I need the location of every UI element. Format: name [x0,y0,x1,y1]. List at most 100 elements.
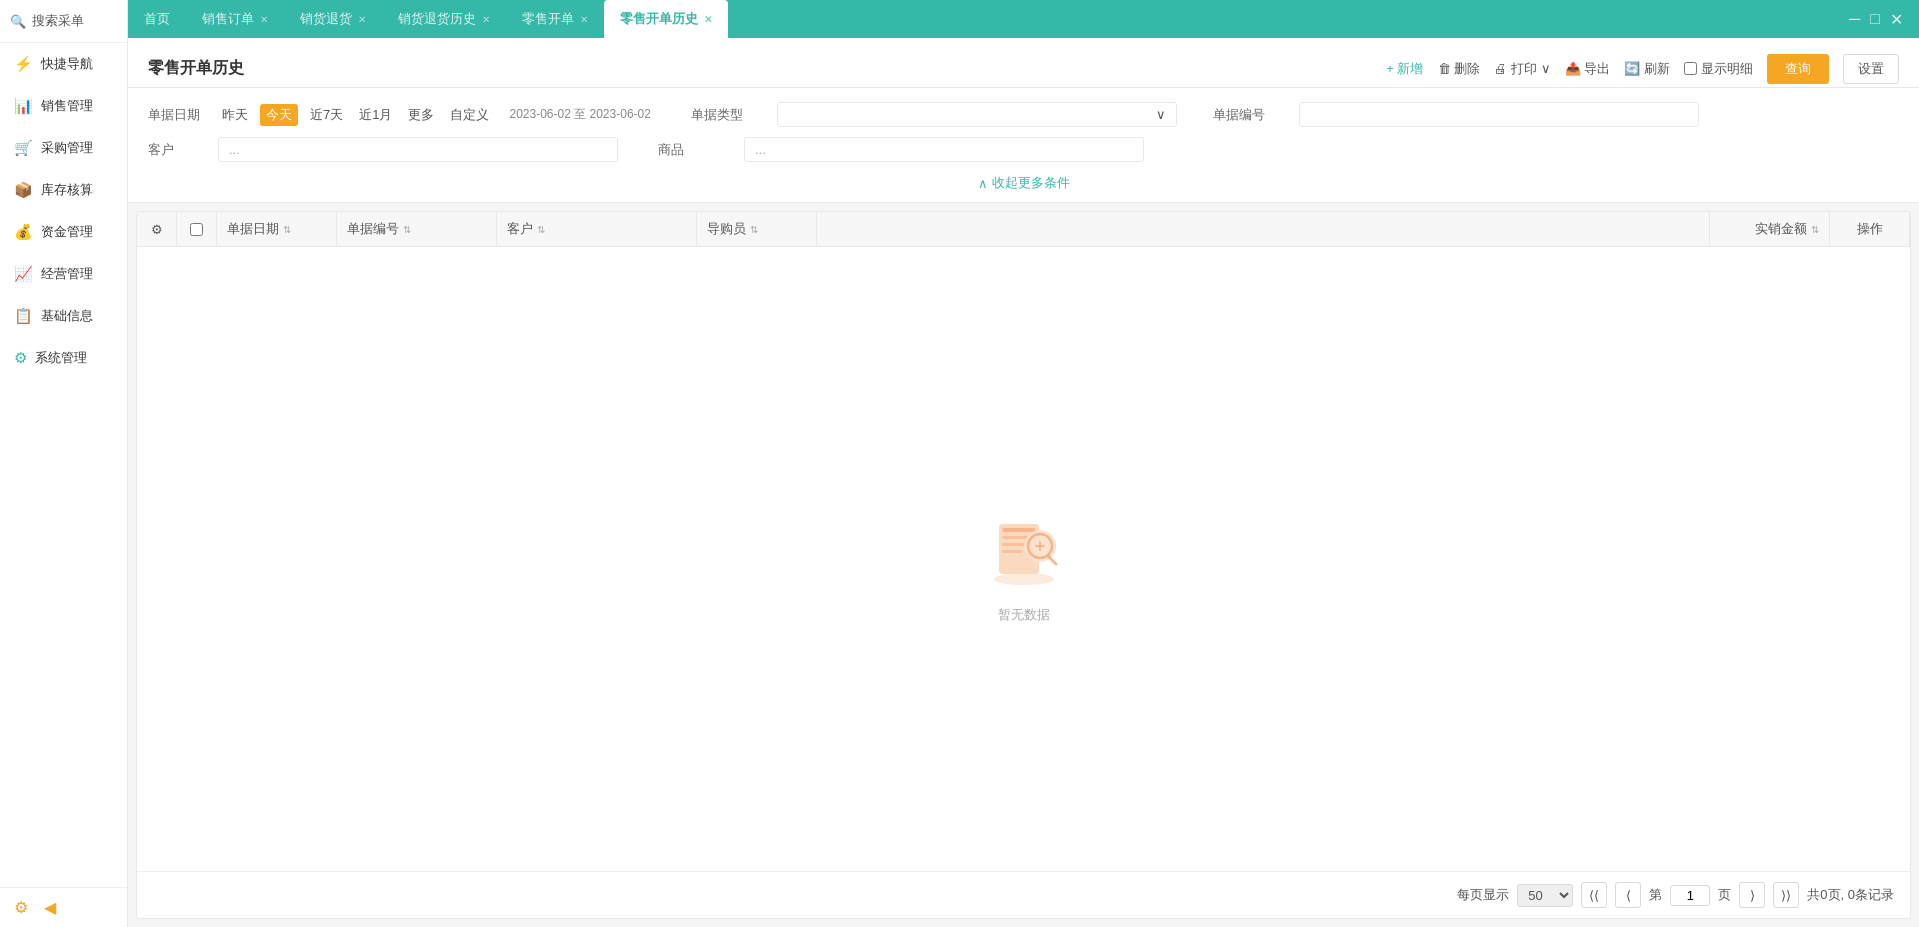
sidebar-item-base-info[interactable]: 📋 基础信息 [0,295,127,337]
total-info: 共0页, 0条记录 [1807,886,1894,904]
doc-num-label: 单据编号 [1213,106,1283,124]
tab-sales-return[interactable]: 销货退货 ✕ [284,0,382,38]
date-opt-custom[interactable]: 自定义 [446,104,493,126]
th-action-label: 操作 [1857,220,1883,238]
sidebar-item-quick-nav[interactable]: ⚡ 快捷导航 [0,43,127,85]
sidebar-settings-icon[interactable]: ⚙ [14,898,28,917]
tab-sales-order-close[interactable]: ✕ [260,14,268,25]
doc-num-input[interactable] [1299,102,1699,127]
print-arrow-icon: ∨ [1541,61,1551,76]
svg-rect-3 [1002,536,1028,539]
sidebar-item-finance[interactable]: 💰 资金管理 [0,211,127,253]
print-label: 🖨 打印 [1494,60,1537,78]
svg-line-8 [1048,556,1056,564]
add-button[interactable]: + 新增 [1386,60,1423,78]
goods-label: 商品 [658,141,728,159]
th-guide-sort[interactable]: ⇅ [750,224,758,235]
th-num[interactable]: 单据编号 ⇅ [337,212,497,246]
maximize-button[interactable]: □ [1870,10,1880,28]
th-customer-sort[interactable]: ⇅ [537,224,545,235]
tab-sales-order-label: 销售订单 [202,10,254,28]
sidebar-item-label: 经营管理 [41,265,93,283]
page-suffix-label: 页 [1718,886,1731,904]
sidebar-item-inventory[interactable]: 📦 库存核算 [0,169,127,211]
date-opt-yesterday[interactable]: 昨天 [218,104,252,126]
tab-sales-return-hist-label: 销货退货历史 [398,10,476,28]
sidebar-item-operations[interactable]: 📈 经营管理 [0,253,127,295]
prev-page-button[interactable]: ⟨ [1615,882,1641,908]
customer-input[interactable]: ... [218,137,618,162]
pagination: 每页显示 50 100 200 ⟨⟨ ⟨ 第 1 页 ⟩ ⟩⟩ 共0页, 0条记… [137,871,1910,918]
date-opt-today[interactable]: 今天 [260,104,298,126]
empty-text: 暂无数据 [998,606,1050,624]
tab-sales-order[interactable]: 销售订单 ✕ [186,0,284,38]
date-opt-more[interactable]: 更多 [404,104,438,126]
doc-type-arrow: ∨ [1156,107,1166,122]
tab-sales-return-hist-close[interactable]: ✕ [482,14,490,25]
display-detail-check[interactable] [1684,62,1697,75]
sidebar-search[interactable]: 🔍 搜索采单 [0,0,127,43]
next-page-button[interactable]: ⟩ [1739,882,1765,908]
delete-button[interactable]: 🗑 删除 [1438,60,1481,78]
svg-rect-2 [1002,528,1036,532]
tab-retail-open[interactable]: 零售开单 ✕ [506,0,604,38]
settings-button[interactable]: 设置 [1843,54,1899,84]
th-guide-label: 导购员 [707,220,746,238]
th-date-sort[interactable]: ⇅ [283,224,291,235]
per-page-label: 每页显示 [1457,886,1509,904]
sidebar-item-system-mgmt[interactable]: ⚙ 系统管理 [0,337,127,379]
th-num-sort[interactable]: ⇅ [403,224,411,235]
page-header: 零售开单历史 + 新增 🗑 删除 🖨 打印 ∨ 📤 导出 🔄 刷新 显示明细 查… [128,38,1919,88]
export-button[interactable]: 📤 导出 [1565,60,1611,78]
minimize-button[interactable]: ─ [1849,10,1860,28]
base-info-icon: 📋 [14,307,33,325]
window-controls: ─ □ ✕ [1849,10,1919,29]
sales-icon: 📊 [14,97,33,115]
close-button[interactable]: ✕ [1890,10,1903,29]
page-size-select[interactable]: 50 100 200 [1517,884,1573,907]
tab-retail-open-hist-label: 零售开单历史 [620,10,698,28]
first-page-button[interactable]: ⟨⟨ [1581,882,1607,908]
date-range-display: 2023-06-02 至 2023-06-02 [509,106,650,123]
date-opt-1month[interactable]: 近1月 [355,104,396,126]
tab-home[interactable]: 首页 [128,0,186,38]
tab-retail-open-close[interactable]: ✕ [580,14,588,25]
sidebar-item-purchase-mgmt[interactable]: 🛒 采购管理 [0,127,127,169]
select-all-checkbox[interactable] [190,223,203,236]
th-checkbox[interactable] [177,212,217,246]
th-amount[interactable]: 实销金额 ⇅ [1710,212,1830,246]
collapse-button[interactable]: ∧ 收起更多条件 [978,174,1070,192]
th-customer[interactable]: 客户 ⇅ [497,212,697,246]
main-area: 首页 销售订单 ✕ 销货退货 ✕ 销货退货历史 ✕ 零售开单 ✕ 零售开单历史 … [128,0,1919,927]
filter-row-2: 客户 ... 商品 ... [148,137,1899,162]
last-page-button[interactable]: ⟩⟩ [1773,882,1799,908]
th-settings[interactable]: ⚙ [137,212,177,246]
print-button[interactable]: 🖨 打印 ∨ [1494,60,1551,78]
tab-sales-return-close[interactable]: ✕ [358,14,366,25]
collapse-text: 收起更多条件 [992,174,1070,192]
date-opt-7days[interactable]: 近7天 [306,104,347,126]
column-settings-icon[interactable]: ⚙ [151,222,163,237]
th-amount-sort[interactable]: ⇅ [1811,224,1819,235]
tab-retail-open-hist[interactable]: 零售开单历史 ✕ [604,0,728,38]
display-detail-checkbox[interactable]: 显示明细 [1684,60,1753,78]
current-page-input[interactable]: 1 [1670,885,1710,906]
doc-type-select[interactable]: ∨ [777,102,1177,127]
query-button[interactable]: 查询 [1767,54,1829,84]
date-label: 单据日期 [148,106,218,124]
filter-panel: 单据日期 昨天 今天 近7天 近1月 更多 自定义 2023-06-02 至 2… [128,88,1919,203]
sidebar-collapse-icon[interactable]: ◀ [44,898,56,917]
goods-input[interactable]: ... [744,137,1144,162]
svg-point-0 [994,573,1054,585]
tab-retail-open-hist-close[interactable]: ✕ [704,14,712,25]
refresh-button[interactable]: 🔄 刷新 [1624,60,1670,78]
search-icon: 🔍 [10,14,26,29]
th-date[interactable]: 单据日期 ⇅ [217,212,337,246]
tab-sales-return-hist[interactable]: 销货退货历史 ✕ [382,0,506,38]
th-guide[interactable]: 导购员 ⇅ [697,212,817,246]
sidebar-item-sales-mgmt[interactable]: 📊 销售管理 [0,85,127,127]
sidebar-search-label: 搜索采单 [32,12,84,30]
th-num-label: 单据编号 [347,220,399,238]
purchase-icon: 🛒 [14,139,33,157]
toolbar: + 新增 🗑 删除 🖨 打印 ∨ 📤 导出 🔄 刷新 显示明细 查询 设置 [1386,54,1899,84]
